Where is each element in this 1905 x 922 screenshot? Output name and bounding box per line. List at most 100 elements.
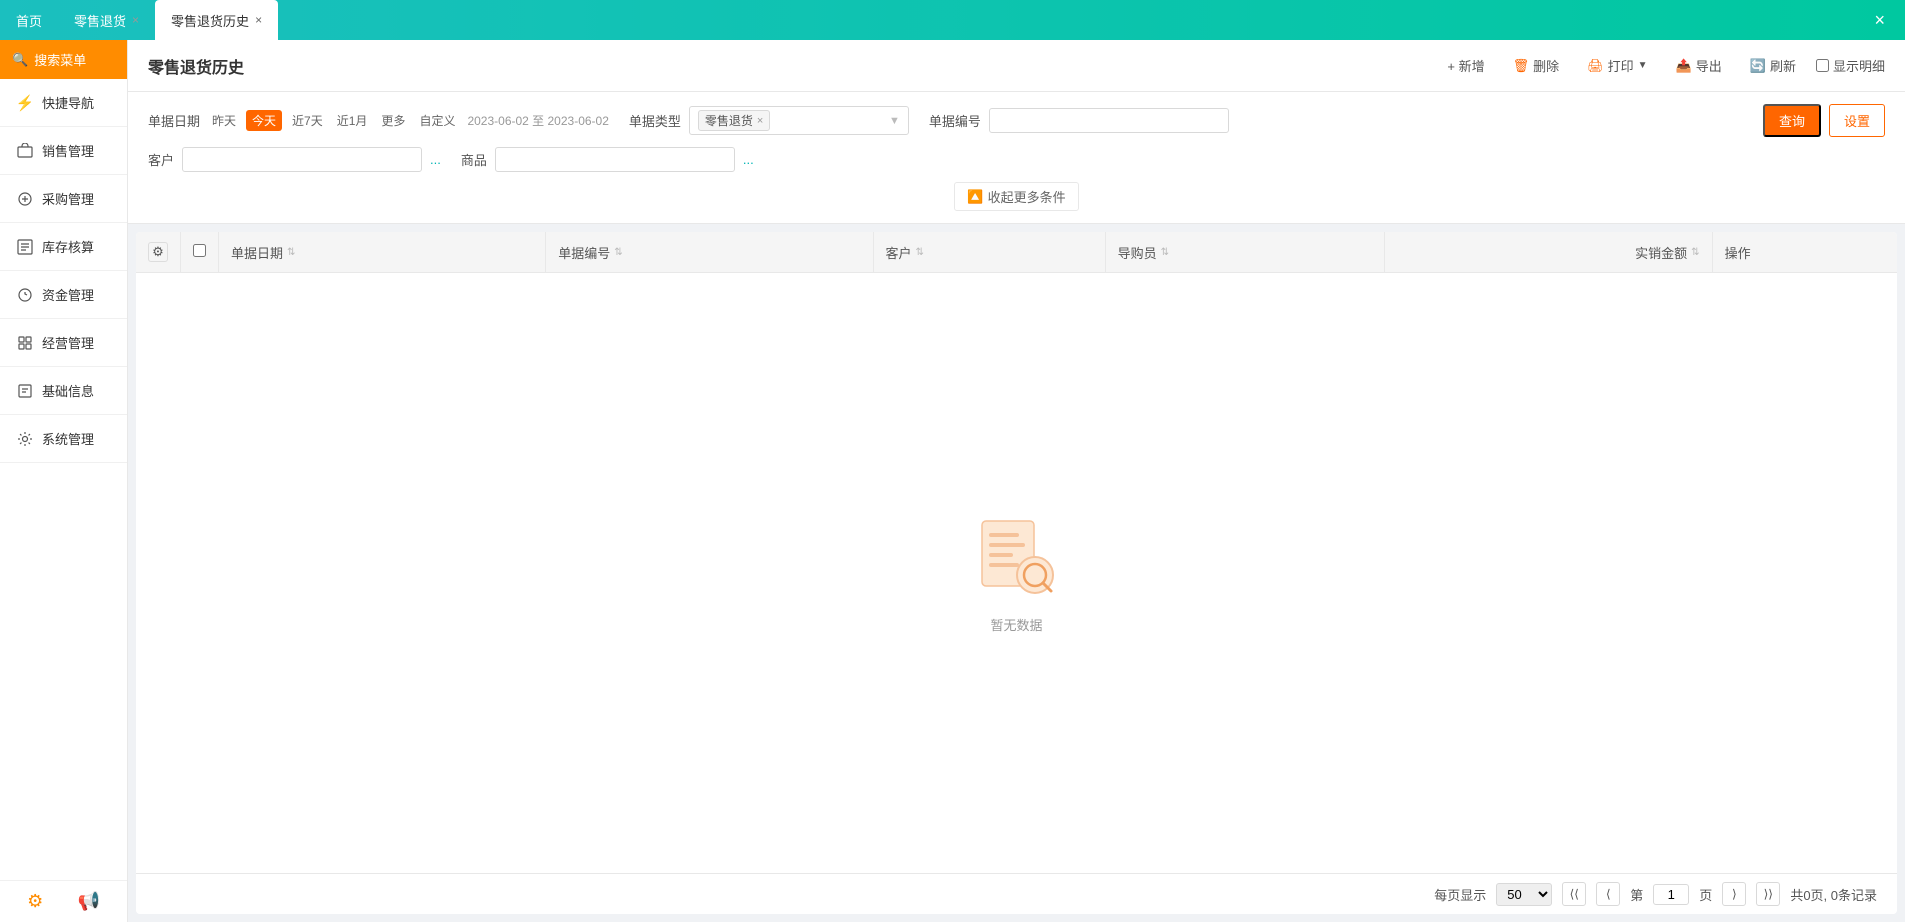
customer-input[interactable] [182,147,422,172]
query-button[interactable]: 查询 [1763,104,1821,137]
sidebar-search[interactable]: 🔍 搜索菜单 [0,40,127,79]
page-actions: + 新增 🗑 删除 🖨 打印 ▼ 📤 导出 🔄 刷新 [1439,52,1885,91]
sidebar-item-sys-mgmt[interactable]: 系统管理 [0,415,127,463]
sidebar-item-purchase-mgmt[interactable]: 采购管理 [0,175,127,223]
quick-nav-icon: ⚡ [16,94,34,112]
new-button-label: + 新增 [1447,56,1484,75]
th-settings: ⚙ [136,232,181,273]
customer-ellipsis[interactable]: ... [430,152,441,167]
sidebar-item-quick-nav-label: 快捷导航 [42,93,94,112]
number-filter: 单据编号 [929,108,1229,133]
sales-icon [16,142,34,160]
tab-retail-return-label: 零售退货 [74,11,126,30]
goods-ellipsis[interactable]: ... [743,152,754,167]
tab-retail-return-close[interactable]: × [132,13,139,27]
content-area: 零售退货历史 + 新增 🗑 删除 🖨 打印 ▼ 📤 导出 [128,40,1905,922]
th-amount-sort-icon[interactable]: ⇅ [1691,247,1699,258]
settings-button-label: 设置 [1844,111,1870,130]
sidebar-bottom: ⚙ 📢 [0,880,127,922]
date-opt-custom[interactable]: 自定义 [415,110,459,131]
date-opt-7days[interactable]: 近7天 [288,110,327,131]
refresh-button[interactable]: 🔄 刷新 [1742,52,1804,79]
print-button[interactable]: 🖨 打印 ▼ [1579,52,1655,79]
new-button[interactable]: + 新增 [1439,52,1492,79]
settings-button[interactable]: 设置 [1829,104,1885,137]
date-opt-1month[interactable]: 近1月 [333,110,372,131]
date-opt-today[interactable]: 今天 [246,110,282,131]
th-customer-sort-icon[interactable]: ⇅ [916,247,924,258]
collapse-button-label: 收起更多条件 [988,187,1066,206]
th-action: 操作 [1712,232,1897,273]
print-dropdown-icon: ▼ [1638,60,1648,71]
export-button-label: 导出 [1696,56,1722,75]
tab-retail-return-history-close[interactable]: × [255,13,262,27]
type-select[interactable]: 零售退货 × ▼ [689,106,909,135]
tab-retail-return-history[interactable]: 零售退货历史 × [155,0,278,40]
tab-retail-return[interactable]: 零售退货 × [58,0,155,40]
window-close-button[interactable]: × [1854,10,1905,31]
th-date-sort-icon[interactable]: ⇅ [287,247,295,258]
first-page-button[interactable]: ⟨⟨ [1562,882,1586,906]
export-button[interactable]: 📤 导出 [1668,52,1730,79]
pagination-bar: 每页显示 50 100 200 ⟨⟨ ⟨ 第 页 ⟩ ⟩⟩ 共0页, 0条记录 [136,873,1897,914]
date-opt-yesterday[interactable]: 昨天 [208,110,240,131]
sidebar-item-sys-mgmt-label: 系统管理 [42,429,94,448]
top-bar: 首页 零售退货 × 零售退货历史 × × [0,0,1905,40]
type-tag-close[interactable]: × [757,115,763,127]
page-title: 零售退货历史 [148,54,244,90]
volume-icon[interactable]: 📢 [77,891,99,912]
table-header-row: ⚙ 单据日期 ⇅ 单据编号 [136,232,1897,273]
goods-input[interactable] [495,147,735,172]
number-input[interactable] [989,108,1229,133]
number-filter-label: 单据编号 [929,111,981,130]
sidebar: 🔍 搜索菜单 ⚡ 快捷导航 销售管理 采购管理 库存核算 [0,40,128,922]
prev-page-button[interactable]: ⟨ [1596,882,1620,906]
date-options: 昨天 今天 近7天 近1月 更多 自定义 [208,110,459,131]
last-page-button[interactable]: ⟩⟩ [1756,882,1780,906]
operation-icon [16,334,34,352]
type-filter: 单据类型 零售退货 × ▼ [629,106,909,135]
total-info: 共0页, 0条记录 [1790,885,1877,904]
show-detail-checkbox-label[interactable]: 显示明细 [1816,56,1885,75]
settings-bottom-icon[interactable]: ⚙ [27,891,43,912]
sidebar-item-quick-nav[interactable]: ⚡ 快捷导航 [0,79,127,127]
inventory-icon [16,238,34,256]
date-range-display: 2023-06-02 至 2023-06-02 [467,112,608,129]
page-number-input[interactable] [1653,884,1689,905]
sidebar-item-operation-label: 经营管理 [42,333,94,352]
sidebar-item-inventory[interactable]: 库存核算 [0,223,127,271]
delete-button[interactable]: 🗑 删除 [1505,52,1568,79]
th-customer: 客户 ⇅ [873,232,1105,273]
th-checkbox [181,232,219,273]
type-tag-label: 零售退货 [705,112,753,129]
table-header: ⚙ 单据日期 ⇅ 单据编号 [136,232,1897,273]
th-customer-label: 客户 [886,243,912,262]
type-dropdown-icon: ▼ [889,115,900,127]
finance-icon [16,286,34,304]
customer-filter-label: 客户 [148,150,174,169]
sidebar-item-sales-mgmt[interactable]: 销售管理 [0,127,127,175]
column-settings-icon[interactable]: ⚙ [148,242,168,262]
sidebar-item-basic-info[interactable]: 基础信息 [0,367,127,415]
th-action-label: 操作 [1725,246,1751,261]
next-page-button[interactable]: ⟩ [1722,882,1746,906]
print-button-label: 打印 [1608,56,1634,75]
sidebar-item-operation[interactable]: 经营管理 [0,319,127,367]
th-guide-sort-icon[interactable]: ⇅ [1161,247,1169,258]
table-container: ⚙ 单据日期 ⇅ 单据编号 [136,232,1897,914]
th-number-sort-icon[interactable]: ⇅ [614,247,622,258]
tab-home[interactable]: 首页 [0,0,58,40]
sidebar-item-finance[interactable]: 资金管理 [0,271,127,319]
type-filter-label: 单据类型 [629,111,681,130]
query-button-label: 查询 [1779,111,1805,130]
page-size-select[interactable]: 50 100 200 [1496,883,1552,906]
th-date: 单据日期 ⇅ [219,232,546,273]
show-detail-checkbox[interactable] [1816,59,1829,72]
collapse-up-icon: 🔼 [967,189,983,205]
delete-icon: 🗑 [1513,58,1530,74]
date-opt-more[interactable]: 更多 [377,110,409,131]
collapse-button[interactable]: 🔼 收起更多条件 [954,182,1078,211]
page-unit-label: 页 [1699,885,1712,904]
select-all-checkbox[interactable] [193,244,206,257]
th-guide-label: 导购员 [1118,243,1157,262]
